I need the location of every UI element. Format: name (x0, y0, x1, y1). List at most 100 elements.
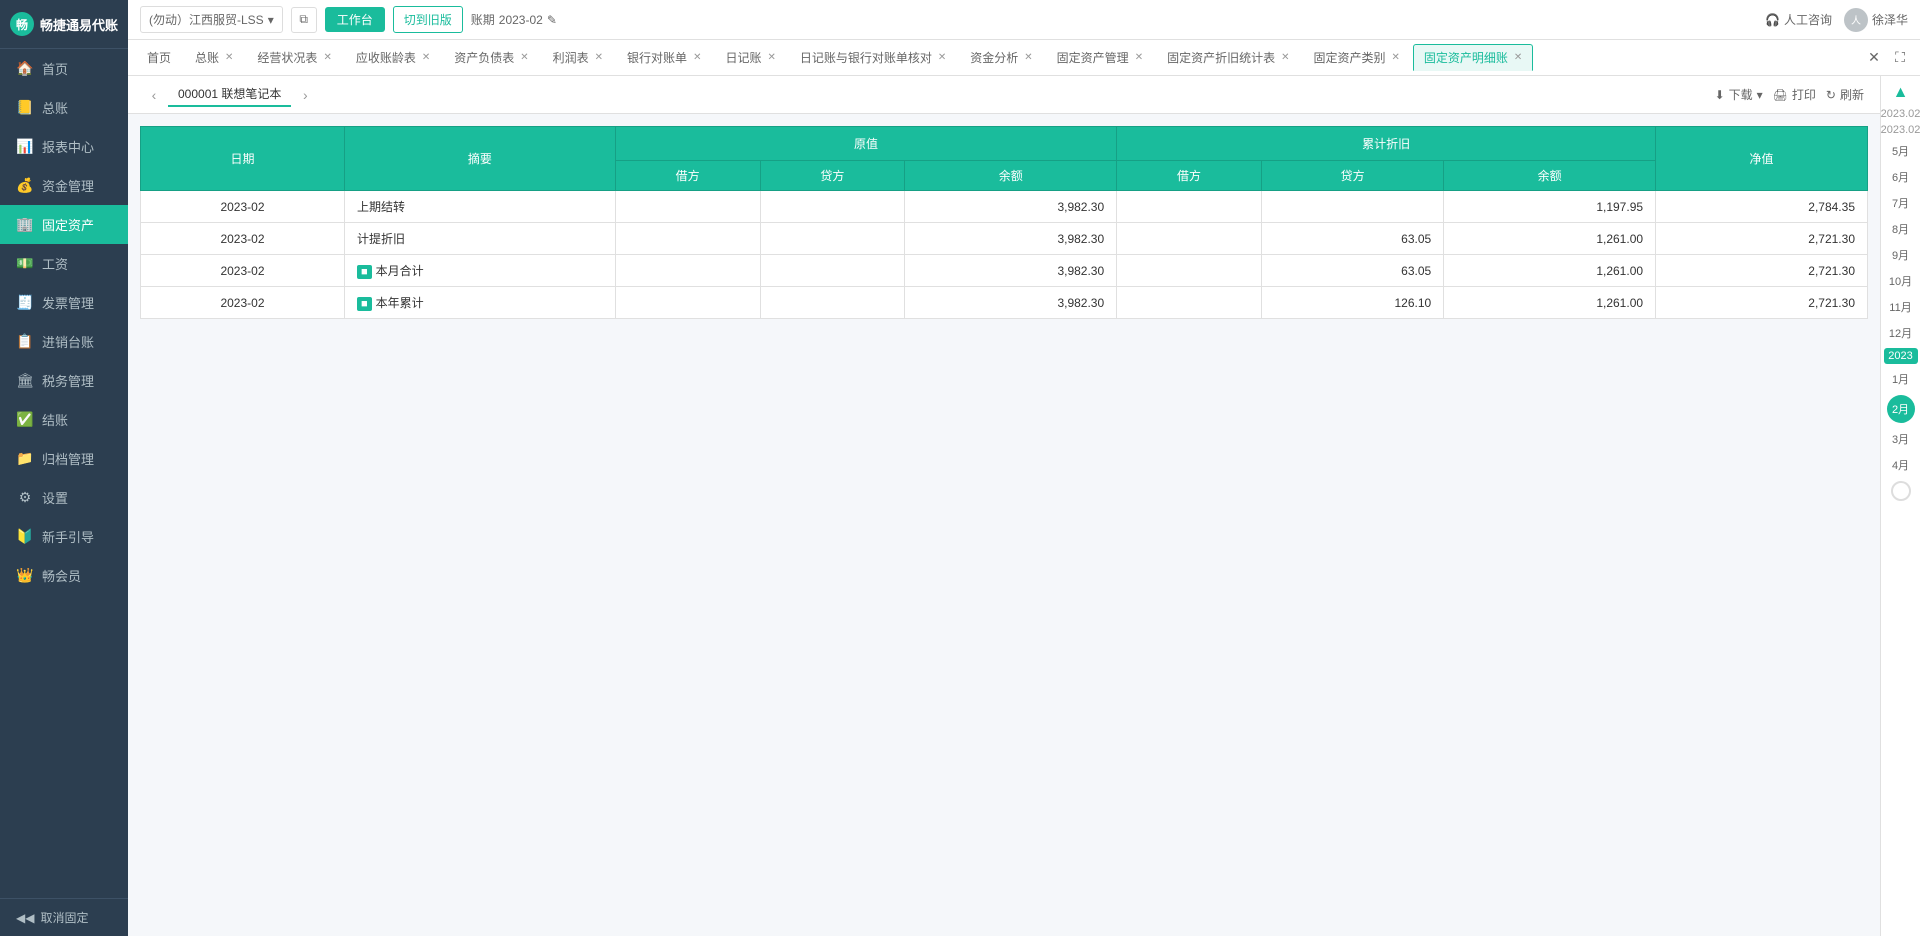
cell-dep-balance: 1,261.00 (1444, 255, 1656, 287)
period-item-1[interactable]: 2023.02 (1881, 122, 1920, 138)
tab-business-status[interactable]: 经营状况表✕ (246, 44, 342, 71)
avatar: 人 (1844, 8, 1868, 32)
tab-label: 首页 (147, 49, 171, 66)
tab-close-fixed-asset-type[interactable]: ✕ (1392, 52, 1400, 63)
cell-net-value: 2,721.30 (1656, 255, 1868, 287)
download-button[interactable]: ⬇ 下载 ▾ (1715, 86, 1763, 103)
topbar: (勿动）江西服贸-LSS ▾ ⧉ 工作台 切到旧版 账期 2023-02 ✎ 🎧… (128, 0, 1920, 40)
cell-dep-credit: 63.05 (1261, 223, 1443, 255)
cell-dep-balance: 1,261.00 (1444, 287, 1656, 319)
tab-fund-analysis[interactable]: 资金分析✕ (959, 44, 1043, 71)
tab-close-fixed-asset-mgmt[interactable]: ✕ (1135, 52, 1143, 63)
month-item-13[interactable]: 3月 (1881, 426, 1920, 452)
sidebar-item-fixed-assets[interactable]: 🏢固定资产 (0, 205, 128, 244)
tab-close-journal-bank-check[interactable]: ✕ (938, 52, 946, 63)
sidebar-label: 进销台账 (42, 332, 94, 351)
right-period-panel: ▲2023.022023.025月6月7月8月9月10月11月12月20231月… (1880, 76, 1920, 936)
sidebar-item-settings[interactable]: ⚙设置 (0, 478, 128, 517)
month-item-5[interactable]: 8月 (1881, 216, 1920, 242)
workspace-button[interactable]: 工作台 (325, 7, 385, 32)
company-selector[interactable]: (勿动）江西服贸-LSS ▾ (140, 6, 283, 33)
cell-orig-credit (760, 223, 905, 255)
tab-fixed-asset-detail[interactable]: 固定资产明细账✕ (1413, 44, 1533, 71)
refresh-button[interactable]: ↻ 刷新 (1826, 86, 1864, 103)
cell-orig-balance: 3,982.30 (905, 191, 1117, 223)
sidebar-item-archive[interactable]: 📁归档管理 (0, 439, 128, 478)
page-content: ‹ 000001 联想笔记本 › ⬇ 下载 ▾ 🖨 打印 ↻ 刷新 (128, 76, 1880, 936)
tab-journal-bank-check[interactable]: 日记账与银行对账单核对✕ (789, 44, 957, 71)
year-label-10[interactable]: 2023 (1884, 348, 1918, 364)
month-item-14[interactable]: 4月 (1881, 452, 1920, 478)
user-menu[interactable]: 人 徐泽华 (1844, 8, 1908, 32)
month-active-12[interactable]: 2月 (1887, 395, 1915, 423)
month-item-3[interactable]: 6月 (1881, 164, 1920, 190)
tab-bank-statement[interactable]: 银行对账单✕ (616, 44, 712, 71)
tab-close-journal[interactable]: ✕ (767, 52, 775, 63)
sidebar-item-home[interactable]: 🏠首页 (0, 49, 128, 88)
tabbar-expand-button[interactable]: ⛶ (1888, 46, 1912, 70)
tabbar-close-button[interactable]: ✕ (1862, 46, 1886, 70)
col-net-value: 净值 (1656, 127, 1868, 191)
period-dot[interactable] (1891, 481, 1911, 501)
tab-label: 固定资产折旧统计表 (1167, 49, 1275, 66)
tab-home[interactable]: 首页 (136, 44, 182, 71)
period-item-0[interactable]: 2023.02 (1881, 106, 1920, 122)
tab-fixed-asset-type[interactable]: 固定资产类别✕ (1302, 44, 1410, 71)
tab-close-receivables[interactable]: ✕ (422, 52, 430, 63)
tab-general-ledger[interactable]: 总账✕ (184, 44, 244, 71)
sidebar-item-invoices[interactable]: 🧾发票管理 (0, 283, 128, 322)
sidebar: 畅 畅捷通易代账 🏠首页📒总账📊报表中心💰资金管理🏢固定资产💵工资🧾发票管理📋进… (0, 0, 128, 936)
tab-fixed-asset-mgmt[interactable]: 固定资产管理✕ (1046, 44, 1154, 71)
period-edit-icon[interactable]: ✎ (547, 13, 557, 27)
nav-prev-button[interactable]: ‹ (144, 85, 164, 105)
sidebar-item-reports[interactable]: 📊报表中心 (0, 127, 128, 166)
cell-orig-balance: 3,982.30 (905, 255, 1117, 287)
sidebar-item-sales[interactable]: 📋进销台账 (0, 322, 128, 361)
sidebar-item-funds[interactable]: 💰资金管理 (0, 166, 128, 205)
copy-button[interactable]: ⧉ (291, 7, 317, 33)
col-orig-credit: 贷方 (760, 161, 905, 191)
funds-icon: 💰 (16, 177, 34, 194)
refresh-label: 刷新 (1840, 86, 1864, 103)
month-item-7[interactable]: 10月 (1881, 268, 1920, 294)
tab-close-balance-sheet[interactable]: ✕ (520, 52, 528, 63)
period-up-button[interactable]: ▲ (1889, 80, 1913, 106)
tab-receivables[interactable]: 应收账龄表✕ (345, 44, 441, 71)
tab-close-general-ledger[interactable]: ✕ (225, 52, 233, 63)
tab-close-bank-statement[interactable]: ✕ (693, 52, 701, 63)
sidebar-label: 工资 (42, 254, 68, 273)
sidebar-item-settlement[interactable]: ✅结账 (0, 400, 128, 439)
tab-close-business-status[interactable]: ✕ (323, 52, 331, 63)
sidebar-item-general[interactable]: 📒总账 (0, 88, 128, 127)
month-item-11[interactable]: 1月 (1881, 366, 1920, 392)
month-item-6[interactable]: 9月 (1881, 242, 1920, 268)
sidebar-label: 首页 (42, 59, 68, 78)
sidebar-item-payroll[interactable]: 💵工资 (0, 244, 128, 283)
tab-profit-table[interactable]: 利润表✕ (542, 44, 614, 71)
app-logo: 畅 畅捷通易代账 (0, 0, 128, 49)
support-button[interactable]: 🎧 人工咨询 (1765, 11, 1832, 28)
tab-close-fixed-asset-detail[interactable]: ✕ (1514, 52, 1522, 63)
tab-close-fixed-asset-dep[interactable]: ✕ (1281, 52, 1289, 63)
month-item-8[interactable]: 11月 (1881, 294, 1920, 320)
nav-next-button[interactable]: › (295, 85, 315, 105)
sidebar-item-tax[interactable]: 🏛税务管理 (0, 361, 128, 400)
sidebar-label: 设置 (42, 488, 68, 507)
month-item-2[interactable]: 5月 (1881, 138, 1920, 164)
tab-close-fund-analysis[interactable]: ✕ (1024, 52, 1032, 63)
tab-journal[interactable]: 日记账✕ (714, 44, 786, 71)
tab-fixed-asset-dep[interactable]: 固定资产折旧统计表 ✕ (1156, 44, 1300, 71)
unpin-button[interactable]: ◀◀ 取消固定 (0, 898, 128, 936)
month-item-9[interactable]: 12月 (1881, 320, 1920, 346)
topbar-right: 🎧 人工咨询 人 徐泽华 (1765, 8, 1908, 32)
sidebar-label: 结账 (42, 410, 68, 429)
company-name: (勿动）江西服贸-LSS (149, 11, 264, 28)
month-item-4[interactable]: 7月 (1881, 190, 1920, 216)
sidebar-item-member[interactable]: 👑畅会员 (0, 556, 128, 595)
tab-balance-sheet[interactable]: 资产负债表✕ (443, 44, 539, 71)
cell-dep-debit (1117, 287, 1262, 319)
switch-version-button[interactable]: 切到旧版 (393, 6, 463, 33)
sidebar-item-guide[interactable]: 🔰新手引导 (0, 517, 128, 556)
print-button[interactable]: 🖨 打印 (1773, 86, 1816, 103)
tab-close-profit-table[interactable]: ✕ (595, 52, 603, 63)
